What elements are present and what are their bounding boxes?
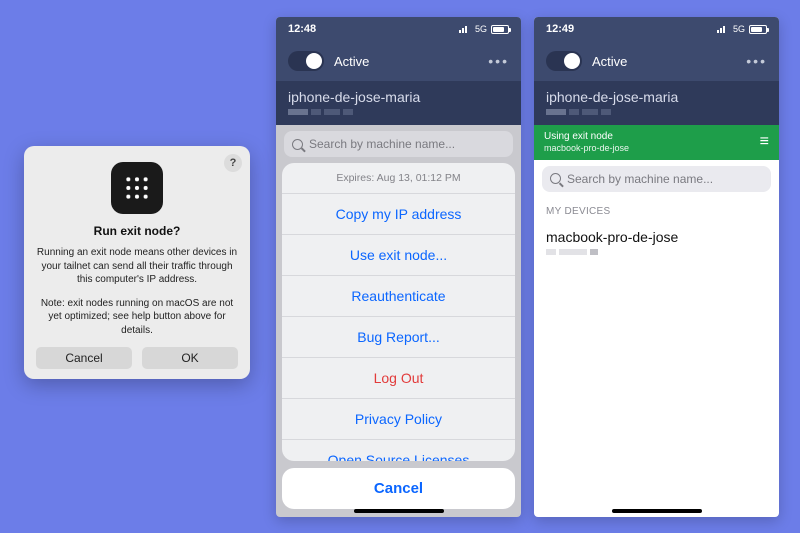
search-placeholder: Search by machine name... bbox=[309, 137, 455, 151]
status-bar: 12:49 5G bbox=[534, 17, 779, 41]
home-indicator bbox=[354, 509, 444, 513]
active-label: Active bbox=[592, 54, 627, 69]
signal-icon bbox=[459, 25, 471, 33]
active-label: Active bbox=[334, 54, 369, 69]
device-item-name: macbook-pro-de-jose bbox=[546, 229, 767, 245]
network-label: 5G bbox=[733, 24, 745, 34]
self-device-name: iphone-de-jose-maria bbox=[546, 89, 767, 105]
device-list-item[interactable]: macbook-pro-de-jose bbox=[534, 221, 779, 265]
search-input[interactable]: Search by machine name... bbox=[284, 131, 513, 157]
sheet-use-exit-node[interactable]: Use exit node... bbox=[282, 235, 515, 276]
search-icon bbox=[550, 173, 561, 184]
search-placeholder: Search by machine name... bbox=[567, 172, 713, 186]
dialog-body-1: Running an exit node means other devices… bbox=[36, 246, 238, 287]
more-button[interactable]: ••• bbox=[488, 53, 509, 69]
ok-button[interactable]: OK bbox=[142, 347, 238, 369]
more-button[interactable]: ••• bbox=[746, 53, 767, 69]
exit-node-title: Using exit node bbox=[544, 131, 629, 143]
sheet-open-source-licenses[interactable]: Open Source Licenses bbox=[282, 440, 515, 461]
dialog-body-2: Note: exit nodes running on macOS are no… bbox=[36, 297, 238, 338]
battery-icon bbox=[491, 25, 509, 34]
dialog-title: Run exit node? bbox=[36, 224, 238, 238]
sheet-bug-report[interactable]: Bug Report... bbox=[282, 317, 515, 358]
active-row: Active ••• bbox=[276, 41, 521, 81]
sheet-cancel-button[interactable]: Cancel bbox=[282, 468, 515, 509]
action-sheet: Expires: Aug 13, 01:12 PM Copy my IP add… bbox=[276, 157, 521, 517]
sheet-reauthenticate[interactable]: Reauthenticate bbox=[282, 276, 515, 317]
app-icon bbox=[111, 162, 163, 214]
signal-icon bbox=[717, 25, 729, 33]
exit-node-name: macbook-pro-de-jose bbox=[544, 143, 629, 154]
self-device-banner[interactable]: iphone-de-jose-maria bbox=[276, 81, 521, 125]
exit-node-dialog: ? Run exit node? Running an exit node me… bbox=[24, 146, 250, 379]
self-device-banner[interactable]: iphone-de-jose-maria bbox=[534, 81, 779, 125]
sheet-privacy-policy[interactable]: Privacy Policy bbox=[282, 399, 515, 440]
self-device-name: iphone-de-jose-maria bbox=[288, 89, 509, 105]
phone-screen-exitnode: 12:49 5G Active ••• iphone-de-jose-maria… bbox=[534, 17, 779, 517]
status-time: 12:48 bbox=[288, 23, 316, 35]
help-button[interactable]: ? bbox=[224, 154, 242, 172]
battery-icon bbox=[749, 25, 767, 34]
home-indicator bbox=[612, 509, 702, 513]
sheet-log-out[interactable]: Log Out bbox=[282, 358, 515, 399]
exit-node-menu-icon[interactable]: ≡ bbox=[760, 133, 769, 151]
active-row: Active ••• bbox=[534, 41, 779, 81]
active-toggle[interactable] bbox=[288, 51, 324, 71]
exit-node-bar[interactable]: Using exit node macbook-pro-de-jose ≡ bbox=[534, 125, 779, 160]
network-label: 5G bbox=[475, 24, 487, 34]
section-my-devices: MY DEVICES bbox=[534, 198, 779, 221]
status-bar: 12:48 5G bbox=[276, 17, 521, 41]
search-input[interactable]: Search by machine name... bbox=[542, 166, 771, 192]
cancel-button[interactable]: Cancel bbox=[36, 347, 132, 369]
search-icon bbox=[292, 139, 303, 150]
sheet-copy-ip[interactable]: Copy my IP address bbox=[282, 194, 515, 235]
phone-screen-actionsheet: 12:48 5G Active ••• iphone-de-jose-maria… bbox=[276, 17, 521, 517]
status-time: 12:49 bbox=[546, 23, 574, 35]
sheet-expires: Expires: Aug 13, 01:12 PM bbox=[282, 163, 515, 194]
active-toggle[interactable] bbox=[546, 51, 582, 71]
